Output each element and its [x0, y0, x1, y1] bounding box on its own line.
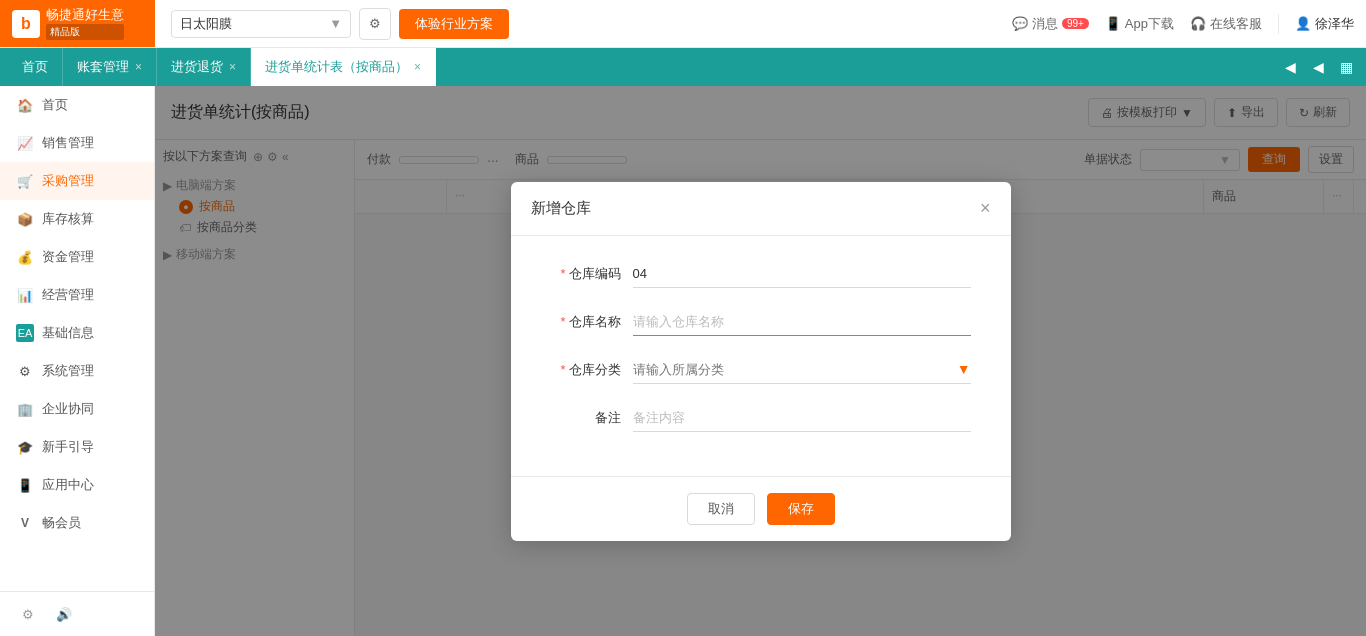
category-input[interactable]	[633, 356, 957, 383]
system-icon: ⚙	[16, 362, 34, 380]
sidebar-item-basic-info[interactable]: EA 基础信息	[0, 314, 154, 352]
logo-text: 畅捷通好生意	[46, 7, 124, 24]
dialog-footer: 取消 保存	[511, 476, 1011, 541]
form-row-category: 仓库分类 ▼	[551, 356, 971, 384]
main-layout: 🏠 首页 📈 销售管理 🛒 采购管理 📦 库存核算 💰 资金管理 📊 经营管理 …	[0, 86, 1366, 636]
tab-purchase-stats[interactable]: 进货单统计表（按商品） ×	[251, 48, 436, 86]
message-badge: 99+	[1062, 18, 1089, 29]
sidebar-item-sales[interactable]: 📈 销售管理	[0, 124, 154, 162]
top-right-area: 💬 消息 99+ 📱 App下载 🎧 在线客服 👤 徐泽华	[1012, 14, 1354, 34]
tab-close-stats[interactable]: ×	[414, 60, 421, 74]
category-select-wrapper[interactable]: ▼	[633, 356, 971, 384]
search-area[interactable]: 日太阳膜 ▼	[171, 10, 351, 38]
trial-button[interactable]: 体验行业方案	[399, 9, 509, 39]
sales-icon: 📈	[16, 134, 34, 152]
note-label: 备注	[551, 409, 621, 427]
name-input[interactable]	[633, 308, 971, 336]
app-icon: 📱	[1105, 16, 1121, 31]
form-row-note: 备注	[551, 404, 971, 432]
tab-account[interactable]: 账套管理 ×	[63, 48, 157, 86]
user-item[interactable]: 👤 徐泽华	[1295, 15, 1354, 33]
tab-controls: ◀ ◀ ▦	[1278, 55, 1358, 79]
tab-menu-button[interactable]: ▦	[1334, 55, 1358, 79]
tab-prev-button[interactable]: ◀	[1278, 55, 1302, 79]
gear-button[interactable]: ⚙	[359, 8, 391, 40]
code-input[interactable]	[633, 260, 971, 288]
save-button[interactable]: 保存	[767, 493, 835, 525]
logo-badge: 精品版	[46, 24, 124, 40]
collab-icon: 🏢	[16, 400, 34, 418]
modal-overlay: 新增仓库 × 仓库编码 仓库名称	[155, 86, 1366, 636]
message-item[interactable]: 💬 消息 99+	[1012, 15, 1089, 33]
sidebar-item-operations[interactable]: 📊 经营管理	[0, 276, 154, 314]
content-area: 进货单统计(按商品) 🖨 按模板打印 ▼ ⬆ 导出 ↻ 刷新	[155, 86, 1366, 636]
sidebar-item-inventory[interactable]: 📦 库存核算	[0, 200, 154, 238]
sidebar-item-system[interactable]: ⚙ 系统管理	[0, 352, 154, 390]
tab-home[interactable]: 首页	[8, 48, 63, 86]
top-bar: b 畅捷通好生意 精品版 日太阳膜 ▼ ⚙ 体验行业方案 💬 消息 99+ 📱 …	[0, 0, 1366, 48]
app-download-item[interactable]: 📱 App下载	[1105, 15, 1174, 33]
purchase-icon: 🛒	[16, 172, 34, 190]
tab-close-account[interactable]: ×	[135, 60, 142, 74]
sidebar-item-finance[interactable]: 💰 资金管理	[0, 238, 154, 276]
category-dropdown-icon[interactable]: ▼	[957, 361, 971, 377]
logo-icon: b	[12, 10, 40, 38]
sidebar-item-vip[interactable]: V 畅会员	[0, 504, 154, 542]
vip-icon: V	[16, 514, 34, 532]
dialog-header: 新增仓库 ×	[511, 182, 1011, 236]
cancel-button[interactable]: 取消	[687, 493, 755, 525]
operations-icon: 📊	[16, 286, 34, 304]
sidebar: 🏠 首页 📈 销售管理 🛒 采购管理 📦 库存核算 💰 资金管理 📊 经营管理 …	[0, 86, 155, 636]
home-icon: 🏠	[16, 96, 34, 114]
tab-close-return[interactable]: ×	[229, 60, 236, 74]
basic-info-icon: EA	[16, 324, 34, 342]
logo-area: b 畅捷通好生意 精品版	[0, 0, 155, 47]
name-label: 仓库名称	[551, 313, 621, 331]
service-item[interactable]: 🎧 在线客服	[1190, 15, 1262, 33]
headset-icon: 🎧	[1190, 16, 1206, 31]
dialog-close-button[interactable]: ×	[980, 198, 991, 219]
sidebar-item-purchase[interactable]: 🛒 采购管理	[0, 162, 154, 200]
sidebar-item-guide[interactable]: 🎓 新手引导	[0, 428, 154, 466]
app-center-icon: 📱	[16, 476, 34, 494]
sidebar-item-home[interactable]: 🏠 首页	[0, 86, 154, 124]
form-row-name: 仓库名称	[551, 308, 971, 336]
user-icon: 👤	[1295, 16, 1311, 31]
dialog-body: 仓库编码 仓库名称 仓库分类 ▼	[511, 236, 1011, 476]
form-row-code: 仓库编码	[551, 260, 971, 288]
divider	[1278, 14, 1279, 34]
collapse-icon[interactable]: 🔊	[52, 602, 76, 626]
sidebar-item-app-center[interactable]: 📱 应用中心	[0, 466, 154, 504]
category-label: 仓库分类	[551, 361, 621, 379]
dialog-title: 新增仓库	[531, 199, 980, 218]
sidebar-item-collab[interactable]: 🏢 企业协同	[0, 390, 154, 428]
dialog-new-warehouse: 新增仓库 × 仓库编码 仓库名称	[511, 182, 1011, 541]
tab-bar: 首页 账套管理 × 进货退货 × 进货单统计表（按商品） × ◀ ◀ ▦	[0, 48, 1366, 86]
settings-bottom-icon[interactable]: ⚙	[16, 602, 40, 626]
code-label: 仓库编码	[551, 265, 621, 283]
sidebar-bottom: ⚙ 🔊	[0, 591, 154, 636]
user-name: 徐泽华	[1315, 15, 1354, 33]
guide-icon: 🎓	[16, 438, 34, 456]
message-icon: 💬	[1012, 16, 1028, 31]
inventory-icon: 📦	[16, 210, 34, 228]
note-input[interactable]	[633, 404, 971, 432]
tab-next-button[interactable]: ◀	[1306, 55, 1330, 79]
dropdown-icon: ▼	[329, 16, 342, 31]
tab-purchase-return[interactable]: 进货退货 ×	[157, 48, 251, 86]
finance-icon: 💰	[16, 248, 34, 266]
search-text: 日太阳膜	[180, 15, 321, 33]
